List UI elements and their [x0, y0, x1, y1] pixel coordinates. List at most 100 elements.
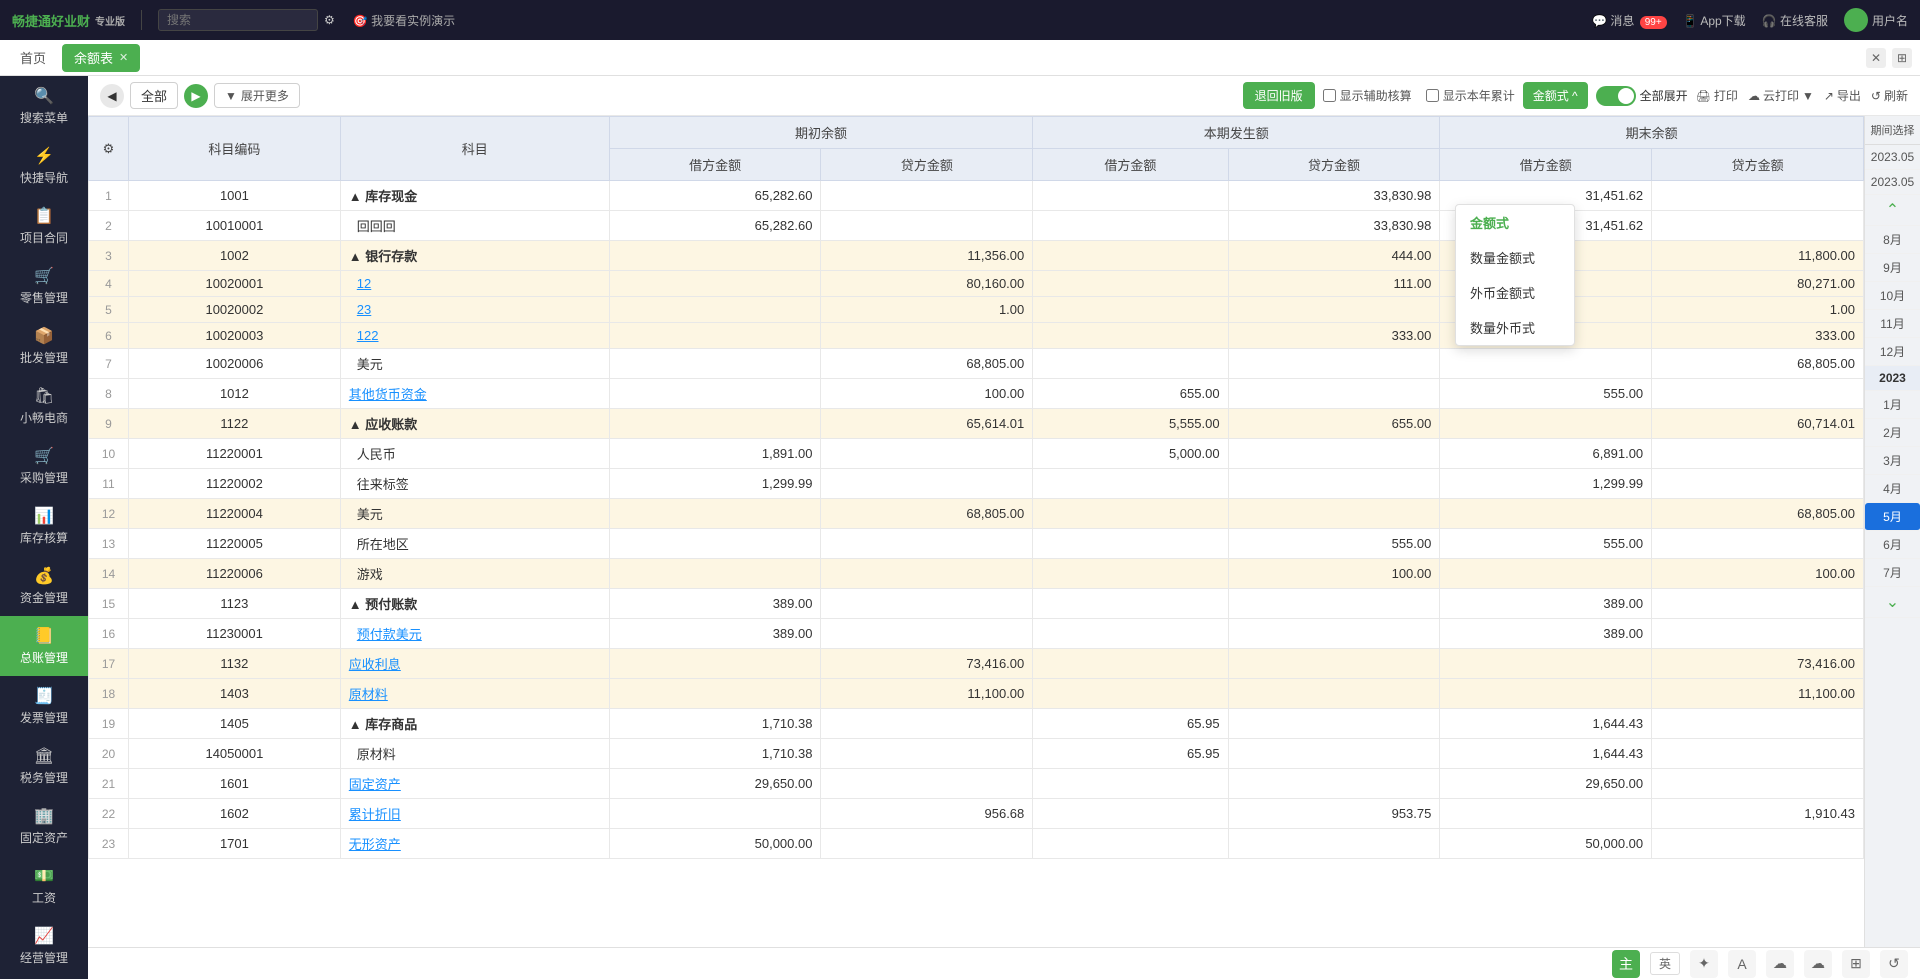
subject-cell[interactable]: 应收利息	[340, 649, 609, 679]
status-btn-cloud1[interactable]: ☁	[1766, 950, 1794, 978]
table-row: 91122▲ 应收账款65,614.015,555.00655.0060,714…	[89, 409, 1864, 439]
sidebar-item-operations[interactable]: 📈 经营管理	[0, 916, 88, 976]
cur_credit-cell	[1228, 379, 1440, 409]
table-row: 11001▲ 库存现金65,282.6033,830.9831,451.62	[89, 181, 1864, 211]
date-6[interactable]: 6月	[1865, 531, 1920, 559]
tab-maximize-btn[interactable]: ⊞	[1892, 48, 1912, 68]
op_debit-cell	[609, 679, 821, 709]
user-avatar[interactable]: 用户名	[1844, 8, 1908, 32]
subject-cell: ▲ 库存现金	[340, 181, 609, 211]
sidebar-item-wholesale[interactable]: 📦 批发管理	[0, 316, 88, 376]
top-search-input[interactable]	[158, 9, 318, 31]
code-cell: 10020006	[129, 349, 341, 379]
cl_credit-cell	[1652, 469, 1864, 499]
language-btn[interactable]: 英	[1650, 952, 1680, 975]
sidebar-item-project[interactable]: 📋 项目合同	[0, 196, 88, 256]
date-up-arrow[interactable]: ⌃	[1865, 195, 1920, 226]
subject-cell[interactable]: 固定资产	[340, 769, 609, 799]
demo-link[interactable]: 🎯 我要看实例演示	[353, 12, 455, 29]
sidebar-item-funds[interactable]: 💰 资金管理	[0, 556, 88, 616]
date-3[interactable]: 3月	[1865, 447, 1920, 475]
settings-col-header[interactable]: ⚙	[89, 117, 129, 181]
status-btn-cloud2[interactable]: ☁	[1804, 950, 1832, 978]
dropdown-item-qty-amount[interactable]: 数量金额式	[1456, 240, 1574, 275]
sidebar-item-salary[interactable]: 💵 工资	[0, 856, 88, 916]
date-12[interactable]: 12月	[1865, 338, 1920, 366]
sidebar-item-retail[interactable]: 🛒 零售管理	[0, 256, 88, 316]
date-2[interactable]: 2月	[1865, 419, 1920, 447]
subject-cell[interactable]: 12	[340, 271, 609, 297]
tab-home[interactable]: 首页	[8, 44, 58, 72]
dropdown-item-foreign-amount[interactable]: 外币金额式	[1456, 275, 1574, 310]
status-btn-main[interactable]: 主	[1612, 950, 1640, 978]
status-btn-star[interactable]: ✦	[1690, 950, 1718, 978]
sidebar-item-assets[interactable]: 🏢 固定资产	[0, 796, 88, 856]
refresh-btn[interactable]: ↺ 刷新	[1871, 87, 1908, 104]
online-service-btn[interactable]: 🎧 在线客服	[1762, 12, 1828, 29]
sidebar-item-quick[interactable]: ⚡ 快捷导航	[0, 136, 88, 196]
op_debit-cell: 1,710.38	[609, 709, 821, 739]
app-download-btn[interactable]: 📱 App下载	[1683, 12, 1746, 29]
status-btn-grid[interactable]: ⊞	[1842, 950, 1870, 978]
cur_credit-cell	[1228, 619, 1440, 649]
date-2023-05-end[interactable]: 2023.05	[1865, 170, 1920, 195]
expand-toggle[interactable]	[1596, 86, 1636, 106]
date-2023-05-start[interactable]: 2023.05	[1865, 145, 1920, 170]
date-8[interactable]: 8月	[1865, 226, 1920, 254]
tab-close-btn[interactable]: ✕	[1866, 48, 1886, 68]
date-7[interactable]: 7月	[1865, 559, 1920, 587]
cl_credit-cell	[1652, 769, 1864, 799]
return-old-version-btn[interactable]: 退回旧版	[1243, 82, 1315, 109]
date-9[interactable]: 9月	[1865, 254, 1920, 282]
dropdown-item-amount[interactable]: 金额式	[1456, 205, 1574, 240]
tab-close-icon[interactable]: ✕	[119, 51, 128, 64]
style-dropdown-btn[interactable]: 金额式 ^	[1523, 82, 1588, 109]
subject-cell[interactable]: 原材料	[340, 679, 609, 709]
tab-balance-sheet[interactable]: 余额表 ✕	[62, 44, 140, 72]
ledger-icon: 📒	[34, 626, 54, 646]
nav-next-btn[interactable]: ▶	[184, 84, 208, 108]
sidebar-item-invoice[interactable]: 🧾 发票管理	[0, 676, 88, 736]
table-wrapper: ⚙ 科目编码 科目 期初余额 本期发生额 期末余额 借方金额 贷方金额 借方金额…	[88, 116, 1864, 947]
date-1[interactable]: 1月	[1865, 391, 1920, 419]
subject-cell: 游戏	[340, 559, 609, 589]
expand-all-btn[interactable]: 全部展开	[1596, 86, 1688, 106]
sidebar-item-search[interactable]: 🔍 搜索菜单	[0, 76, 88, 136]
salary-icon: 💵	[34, 866, 54, 886]
sidebar-item-ecommerce[interactable]: 🛍 小畅电商	[0, 376, 88, 436]
table-row: 191405▲ 库存商品1,710.3865.951,644.43	[89, 709, 1864, 739]
show-year-check[interactable]: 显示本年累计	[1426, 87, 1515, 104]
sidebar-item-inventory[interactable]: 📊 库存核算	[0, 496, 88, 556]
subject-cell[interactable]: 预付款美元	[340, 619, 609, 649]
sidebar-item-tax[interactable]: 🏛 税务管理	[0, 736, 88, 796]
print-btn[interactable]: 🖨 打印	[1696, 87, 1738, 104]
subject-cell[interactable]: 23	[340, 297, 609, 323]
settings-icon[interactable]: ⚙	[324, 13, 335, 27]
expand-more-btn[interactable]: ▼ 展开更多	[214, 83, 300, 108]
sidebar-item-ledger[interactable]: 📒 总账管理	[0, 616, 88, 676]
cur_debit-cell	[1033, 589, 1228, 619]
export-btn[interactable]: ↗ 导出	[1824, 87, 1861, 104]
date-4[interactable]: 4月	[1865, 475, 1920, 503]
date-10[interactable]: 10月	[1865, 282, 1920, 310]
status-btn-refresh[interactable]: ↺	[1880, 950, 1908, 978]
cur_debit-cell	[1033, 271, 1228, 297]
subject-cell[interactable]: 122	[340, 323, 609, 349]
subject-cell[interactable]: 其他货币资金	[340, 379, 609, 409]
subject-cell[interactable]: 无形资产	[340, 829, 609, 859]
subject-cell[interactable]: 累计折旧	[340, 799, 609, 829]
show-assist-check[interactable]: 显示辅助核算	[1323, 87, 1412, 104]
cur_credit-cell: 33,830.98	[1228, 181, 1440, 211]
nav-prev-btn[interactable]: ◀	[100, 84, 124, 108]
sidebar-item-purchase[interactable]: 🛒 采购管理	[0, 436, 88, 496]
notification-btn[interactable]: 💬 消息 99+	[1592, 12, 1667, 29]
op_debit-cell: 1,710.38	[609, 739, 821, 769]
date-11[interactable]: 11月	[1865, 310, 1920, 338]
status-btn-edit[interactable]: A	[1728, 950, 1756, 978]
cloud-print-btn[interactable]: ☁ 云打印 ▼	[1748, 87, 1814, 104]
table-row: 1611230001预付款美元389.00389.00	[89, 619, 1864, 649]
date-5[interactable]: 5月	[1865, 503, 1920, 531]
date-down-arrow[interactable]: ⌄	[1865, 587, 1920, 618]
dropdown-item-qty-foreign[interactable]: 数量外币式	[1456, 310, 1574, 345]
date-year-2023[interactable]: 2023	[1865, 366, 1920, 391]
